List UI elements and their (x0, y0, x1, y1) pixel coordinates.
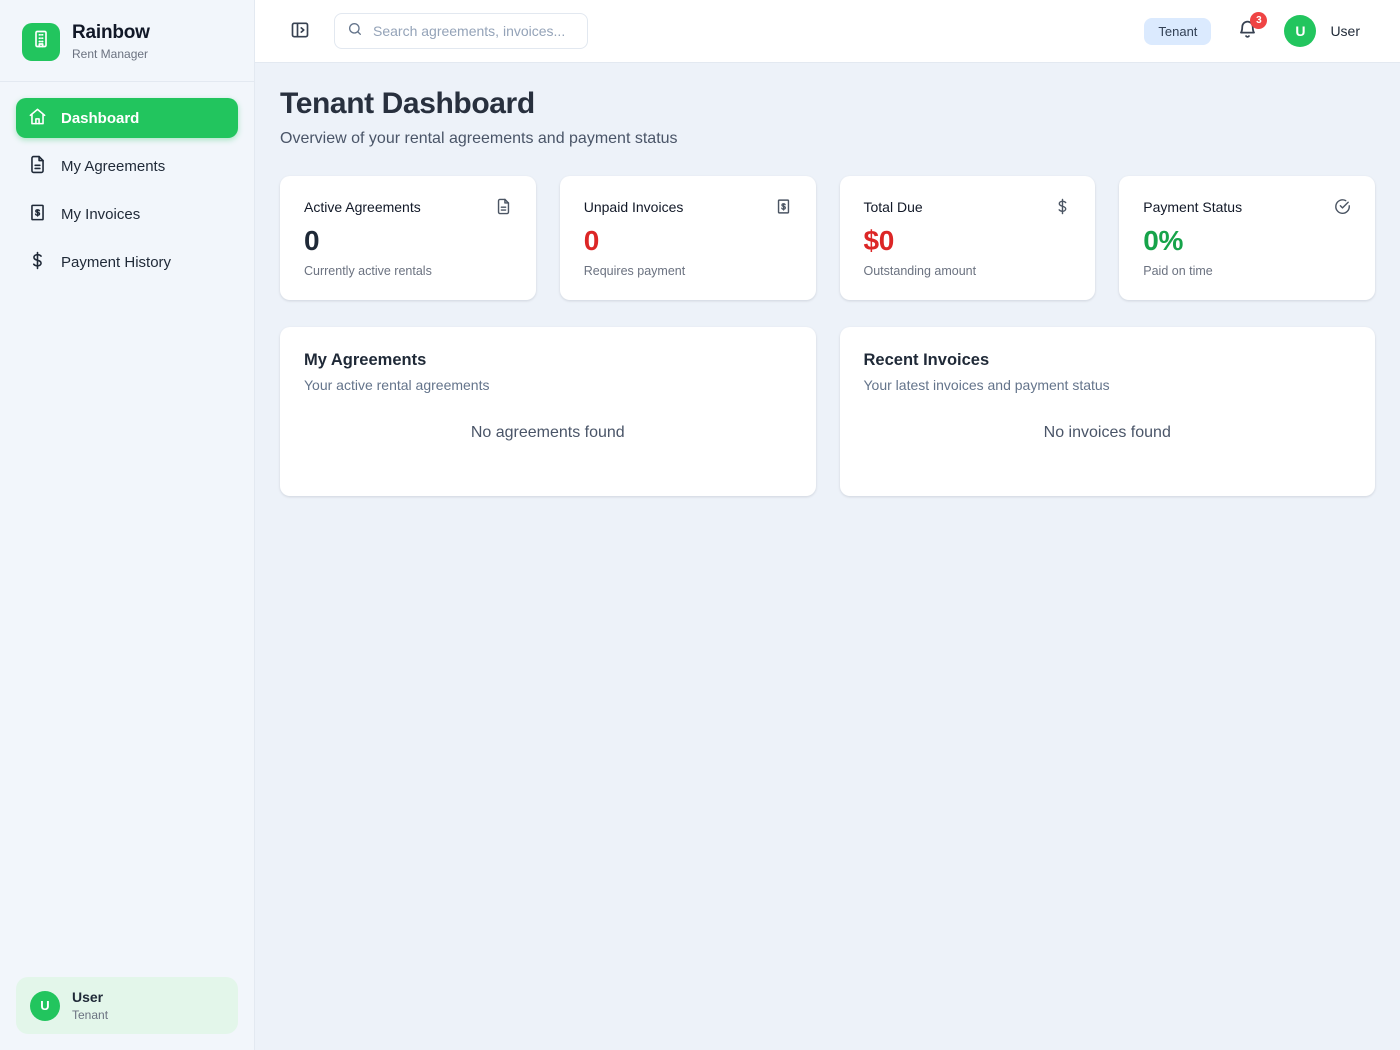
panel-recent-invoices: Recent Invoices Your latest invoices and… (839, 327, 1375, 496)
avatar: U (1284, 15, 1317, 47)
sidebar-item-payment-history[interactable]: Payment History (16, 242, 238, 282)
brand: Rainbow Rent Manager (0, 0, 254, 82)
brand-text: Rainbow Rent Manager (72, 22, 150, 61)
sidebar-item-label: My Agreements (61, 157, 166, 175)
brand-name: Rainbow (72, 22, 150, 43)
stat-value: 0% (1143, 225, 1184, 256)
empty-state-message: No invoices found (1043, 423, 1171, 441)
receipt-icon: $ (775, 198, 792, 215)
stat-head: Total Due (864, 198, 1072, 215)
sidebar-toggle-button[interactable] (290, 20, 310, 43)
sidebar-item-label: My Invoices (61, 205, 141, 223)
panel-title: Recent Invoices (863, 351, 990, 369)
stat-caption: Outstanding amount (863, 264, 977, 278)
svg-text:$: $ (35, 207, 40, 217)
stat-caption: Currently active rentals (304, 264, 432, 278)
file-text-icon (495, 198, 512, 215)
stat-head: Unpaid Invoices $ (584, 198, 792, 215)
user-name: User (1330, 23, 1360, 39)
stat-head: Payment Status (1143, 198, 1351, 215)
panel-left-icon (290, 20, 310, 43)
sidebar-item-label: Payment History (61, 253, 172, 271)
stat-card-active-agreements: Active Agreements 0 Currently active ren… (280, 176, 536, 300)
panel-subtitle: Your active rental agreements (304, 377, 490, 393)
sidebar: Rainbow Rent Manager Dashboard My Agreem… (0, 0, 255, 1050)
panel-subtitle: Your latest invoices and payment status (863, 377, 1110, 393)
check-circle-icon (1334, 198, 1351, 215)
topbar-right: Tenant 3 U User (1144, 12, 1360, 47)
panels-grid: My Agreements Your active rental agreeme… (280, 327, 1375, 496)
main-area: Tenant 3 U User Tenant Dashboard Overvie… (255, 0, 1400, 1050)
sidebar-user-name: User (72, 989, 104, 1005)
search-input[interactable] (373, 23, 575, 39)
notifications-button[interactable]: 3 (1237, 12, 1268, 43)
sidebar-nav: Dashboard My Agreements $ My Invoices Pa… (0, 82, 254, 298)
notification-count-badge: 3 (1250, 12, 1268, 29)
stat-label: Total Due (863, 198, 923, 215)
stat-label: Payment Status (1143, 198, 1243, 215)
file-text-icon (28, 155, 47, 178)
brand-subtitle: Rent Manager (72, 47, 149, 61)
stat-caption: Paid on time (1143, 264, 1213, 278)
brand-logo (22, 22, 60, 61)
receipt-icon: $ (28, 203, 47, 226)
topbar: Tenant 3 U User (255, 0, 1400, 63)
stat-value: $0 (863, 225, 895, 256)
sidebar-item-label: Dashboard (61, 109, 140, 127)
stat-value: 0 (583, 225, 600, 256)
stat-label: Unpaid Invoices (583, 198, 684, 215)
content: Tenant Dashboard Overview of your rental… (255, 63, 1400, 1050)
svg-text:$: $ (781, 202, 786, 211)
avatar: U (30, 990, 60, 1021)
stat-value: 0 (304, 225, 320, 256)
sidebar-item-dashboard[interactable]: Dashboard (16, 98, 238, 138)
stat-caption: Requires payment (583, 264, 686, 278)
search-box (334, 13, 588, 49)
page-title: Tenant Dashboard (280, 87, 535, 120)
sidebar-user-info: User Tenant (72, 989, 108, 1022)
empty-state-message: No agreements found (470, 423, 625, 441)
stats-grid: Active Agreements 0 Currently active ren… (280, 176, 1375, 300)
dollar-icon (1054, 198, 1071, 215)
user-menu[interactable]: U User (1284, 15, 1360, 47)
home-icon (28, 107, 47, 130)
stat-card-payment-status: Payment Status 0% Paid on time (1119, 176, 1375, 300)
sidebar-user-card[interactable]: U User Tenant (16, 977, 238, 1034)
panel-title: My Agreements (304, 351, 427, 369)
stat-label: Active Agreements (304, 198, 421, 215)
sidebar-user-role: Tenant (72, 1008, 109, 1022)
dollar-icon (28, 251, 47, 274)
stat-card-total-due: Total Due $0 Outstanding amount (839, 176, 1096, 300)
building-icon (31, 29, 51, 54)
role-badge: Tenant (1144, 17, 1212, 45)
sidebar-item-my-agreements[interactable]: My Agreements (16, 146, 238, 186)
sidebar-item-my-invoices[interactable]: $ My Invoices (16, 194, 238, 234)
stat-head: Active Agreements (304, 198, 512, 215)
stat-card-unpaid-invoices: Unpaid Invoices $ 0 Requires payment (559, 176, 816, 300)
panel-my-agreements: My Agreements Your active rental agreeme… (280, 327, 816, 496)
search-icon (347, 21, 363, 42)
page-subtitle: Overview of your rental agreements and p… (280, 130, 678, 147)
